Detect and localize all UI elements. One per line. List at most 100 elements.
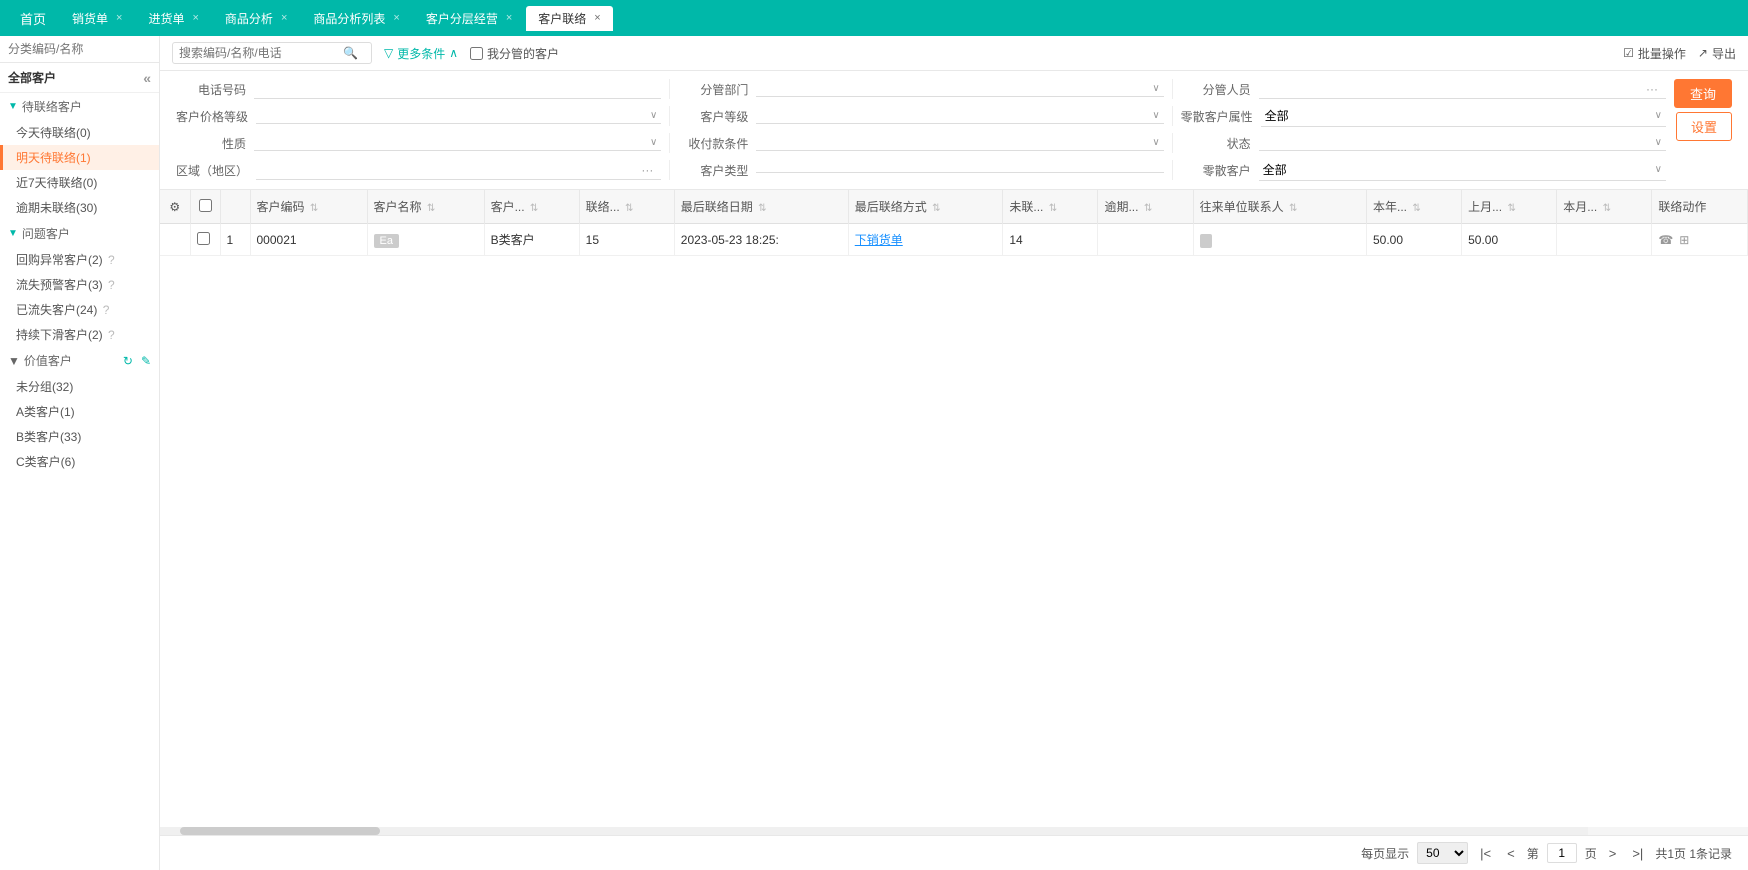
- edit-icon[interactable]: ✎: [141, 354, 151, 368]
- filter-customer-type-select[interactable]: [756, 168, 1163, 173]
- table-area: ⚙ 客户编码 ⇅ 客户名称 ⇅ 客户... ⇅: [160, 190, 1748, 827]
- search-input[interactable]: [179, 46, 339, 60]
- top-nav: 首页 销货单 × 进货单 × 商品分析 × 商品分析列表 × 客户分层经营 × …: [0, 0, 1748, 36]
- export-btn[interactable]: ↗ 导出: [1698, 45, 1736, 62]
- more-icon[interactable]: ···: [1642, 82, 1662, 96]
- next-page-btn[interactable]: >: [1605, 844, 1621, 863]
- filter-grade-select[interactable]: ∨: [756, 108, 1163, 124]
- col-unit-contact: 往来单位联系人 ⇅: [1193, 190, 1366, 224]
- sidebar-item-churned[interactable]: 已流失客户(24) ?: [0, 297, 159, 322]
- nav-tab-product-analysis[interactable]: 商品分析 ×: [213, 6, 299, 31]
- page-input[interactable]: 1: [1547, 843, 1577, 863]
- sidebar-item-ungrouped[interactable]: 未分组(32): [0, 374, 159, 399]
- refresh-icon[interactable]: ↻: [123, 354, 133, 368]
- col-contact: 联络... ⇅: [579, 190, 674, 224]
- filter-status: 状态 ∨: [1181, 135, 1666, 152]
- my-customers-checkbox[interactable]: [470, 47, 483, 60]
- sort-icon[interactable]: ⇅: [625, 203, 633, 214]
- cell-last-method[interactable]: 下销货单: [848, 224, 1003, 256]
- cell-last-month: 50.00: [1462, 224, 1557, 256]
- chevron-down-icon: ∨: [1655, 164, 1662, 175]
- scrollbar-thumb[interactable]: [180, 827, 380, 835]
- filter-manager-select[interactable]: ···: [1259, 80, 1666, 99]
- row-checkbox[interactable]: [197, 232, 210, 245]
- last-page-btn[interactable]: >|: [1628, 844, 1647, 863]
- grid-icon[interactable]: ⊞: [1679, 233, 1689, 247]
- filter-customer-price-level: 客户价格等级 ∨: [176, 108, 661, 125]
- filter-region-select[interactable]: ···: [256, 161, 661, 180]
- sort-icon[interactable]: ⇅: [530, 203, 538, 214]
- sidebar-item-a-class[interactable]: A类客户(1): [0, 399, 159, 424]
- more-filter-btn[interactable]: ▽ 更多条件 ∧: [384, 45, 458, 62]
- sort-icon[interactable]: ⇅: [310, 203, 318, 214]
- cell-checkbox[interactable]: [190, 224, 220, 256]
- sidebar-item-7days[interactable]: 近7天待联络(0): [0, 170, 159, 195]
- prev-page-btn[interactable]: <: [1503, 844, 1519, 863]
- filter-row-1: 电话号码 分管部门 ∨ 分管人员: [176, 79, 1666, 99]
- batch-op-btn[interactable]: ☑ 批量操作: [1623, 45, 1686, 62]
- cell-no-contact: 14: [1003, 224, 1098, 256]
- filter-status-select[interactable]: ∨: [1259, 135, 1666, 151]
- filter-payment-select[interactable]: ∨: [756, 135, 1163, 151]
- sort-icon[interactable]: ⇅: [1507, 203, 1515, 214]
- filter-gender-select[interactable]: ∨: [254, 135, 661, 151]
- nav-home[interactable]: 首页: [8, 5, 58, 32]
- phone-icon[interactable]: ☎: [1658, 233, 1673, 247]
- settings-button[interactable]: 设置: [1676, 112, 1732, 141]
- sidebar-item-declining[interactable]: 持续下滑客户(2) ?: [0, 322, 159, 347]
- filter-dept-select[interactable]: ∨: [756, 81, 1163, 97]
- close-icon[interactable]: ×: [506, 12, 512, 24]
- chevron-down-icon: ∨: [1152, 110, 1159, 121]
- sidebar-item-b-class[interactable]: B类客户(33): [0, 424, 159, 449]
- search-icon[interactable]: 🔍: [343, 46, 358, 60]
- divider: [1172, 133, 1173, 153]
- filter-phone-input[interactable]: [254, 80, 661, 99]
- col-action: 联络动作: [1652, 190, 1748, 224]
- close-icon[interactable]: ×: [116, 12, 122, 24]
- nav-tab-purchase[interactable]: 进货单 ×: [136, 6, 210, 31]
- select-all-checkbox[interactable]: [199, 199, 212, 212]
- filter-price-level-select[interactable]: ∨: [256, 108, 661, 124]
- close-icon[interactable]: ×: [393, 12, 399, 24]
- more-icon[interactable]: ···: [637, 163, 657, 177]
- sort-icon[interactable]: ⇅: [1049, 203, 1057, 214]
- sort-icon[interactable]: ⇅: [932, 203, 940, 214]
- sidebar-item-overdue[interactable]: 逾期未联络(30): [0, 195, 159, 220]
- first-page-btn[interactable]: |<: [1476, 844, 1495, 863]
- sort-icon[interactable]: ⇅: [758, 203, 766, 214]
- sidebar-item-c-class[interactable]: C类客户(6): [0, 449, 159, 474]
- collapse-icon[interactable]: «: [143, 70, 151, 86]
- query-button[interactable]: 查询: [1674, 79, 1732, 108]
- close-icon[interactable]: ×: [281, 12, 287, 24]
- sidebar-item-abnormal[interactable]: 回购异常客户(2) ?: [0, 247, 159, 272]
- nav-tab-product-list[interactable]: 商品分析列表 ×: [301, 6, 411, 31]
- horizontal-scrollbar[interactable]: [160, 827, 1588, 835]
- close-icon[interactable]: ×: [594, 12, 600, 24]
- filter-retail-customer-select[interactable]: 全部 ∨: [1259, 159, 1666, 181]
- page-size-select[interactable]: 50 100 200: [1417, 842, 1468, 864]
- filter-icon: ▽: [384, 46, 393, 60]
- filter-retail-attr-select[interactable]: 全部 ∨: [1261, 105, 1666, 127]
- sidebar-item-tomorrow[interactable]: 明天待联络(1): [0, 145, 159, 170]
- col-checkbox[interactable]: [190, 190, 220, 224]
- sort-icon[interactable]: ⇅: [1144, 203, 1152, 214]
- filter-dept: 分管部门 ∨: [678, 81, 1163, 98]
- nav-tab-customer-contact[interactable]: 客户联络 ×: [526, 6, 612, 31]
- chevron-up-icon: ∧: [449, 46, 458, 60]
- sidebar-item-today[interactable]: 今天待联络(0): [0, 120, 159, 145]
- sort-icon[interactable]: ⇅: [1289, 203, 1297, 214]
- nav-tab-customer-tier[interactable]: 客户分层经营 ×: [414, 6, 524, 31]
- export-icon: ↗: [1698, 46, 1708, 60]
- sort-icon[interactable]: ⇅: [427, 203, 435, 214]
- filter-row-3: 性质 ∨ 收付款条件 ∨: [176, 133, 1666, 153]
- close-icon[interactable]: ×: [192, 12, 198, 24]
- col-settings[interactable]: ⚙: [160, 190, 190, 224]
- table-footer: 每页显示 50 100 200 |< < 第 1 页 > >| 共1页 1条记录: [160, 835, 1748, 870]
- sidebar-all-customers[interactable]: 全部客户 «: [0, 63, 159, 93]
- sort-icon[interactable]: ⇅: [1603, 203, 1611, 214]
- nav-tab-sales[interactable]: 销货单 ×: [60, 6, 134, 31]
- sort-icon[interactable]: ⇅: [1412, 203, 1420, 214]
- sidebar-search-input[interactable]: [8, 42, 160, 56]
- sidebar-item-churn-warning[interactable]: 流失预警客户(3) ?: [0, 272, 159, 297]
- main-layout: 🔍 全部客户 « ▼ 待联络客户 今天待联络(0) 明天待联络(1) 近7天待联…: [0, 36, 1748, 870]
